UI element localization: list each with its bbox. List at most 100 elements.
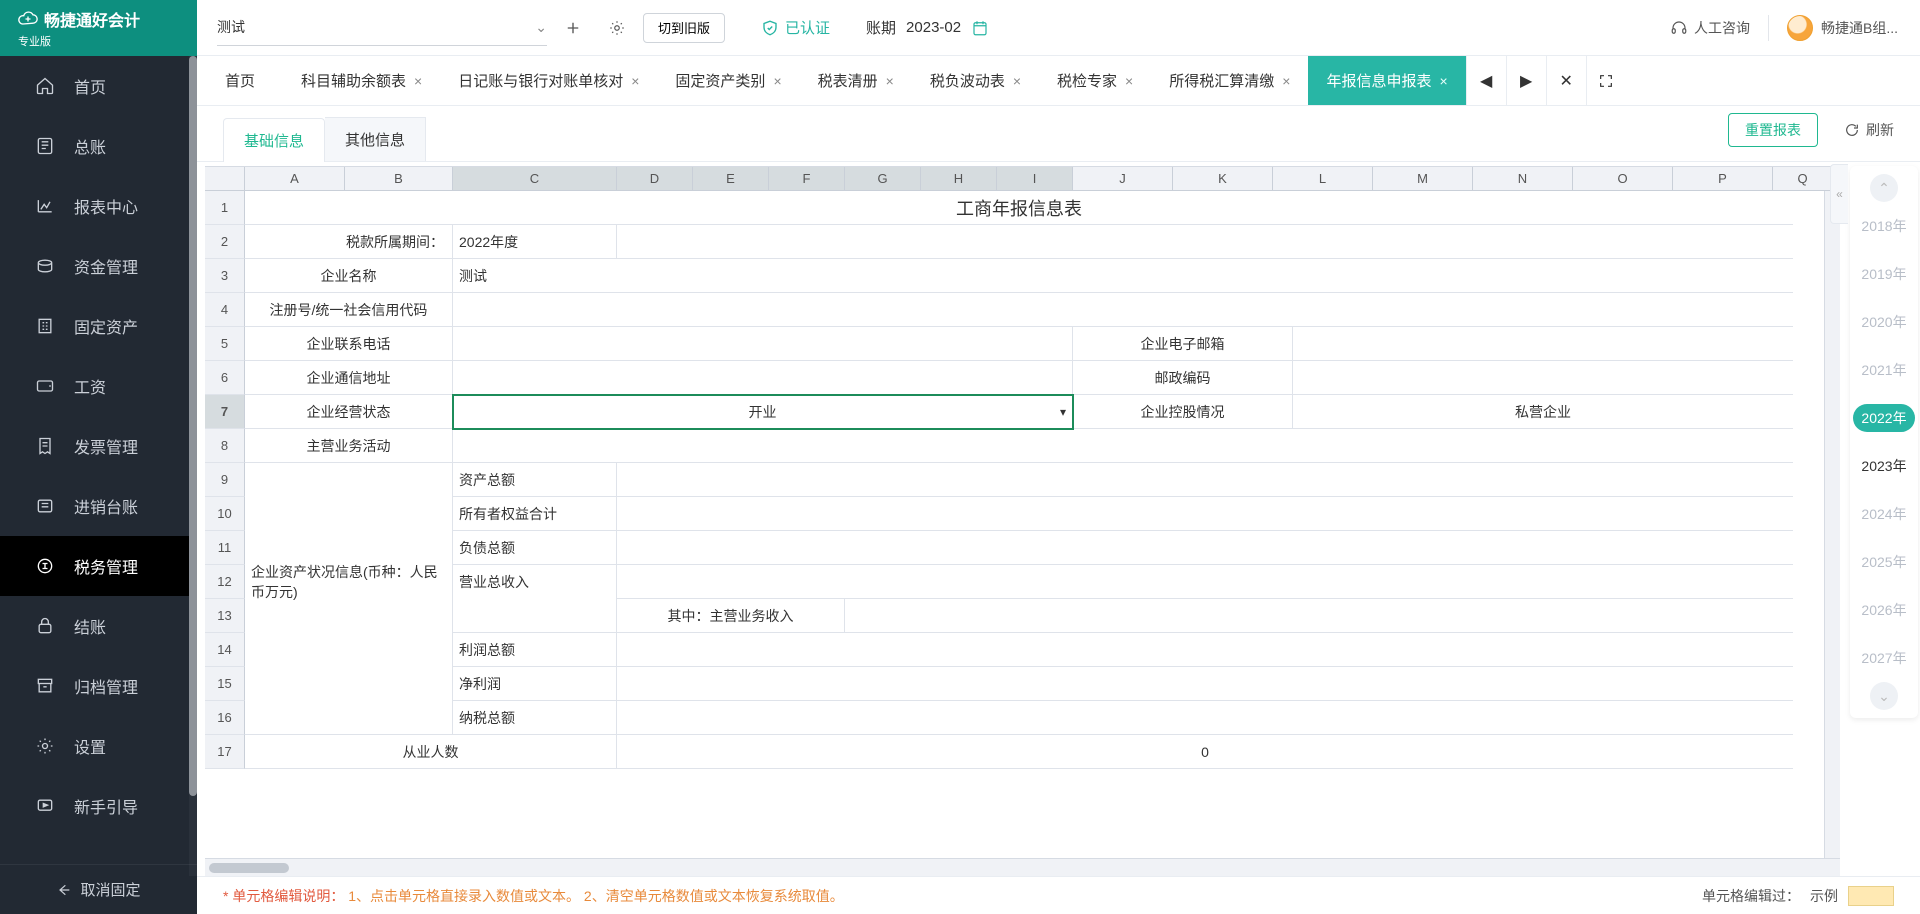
cell[interactable] [453,599,617,633]
cell[interactable] [617,531,1793,565]
sidebar-item-reports[interactable]: 报表中心 [0,176,197,236]
cell[interactable]: 主营业务活动 [245,429,453,463]
cell[interactable] [245,701,453,735]
row-11[interactable]: 11 [205,531,245,565]
cell[interactable] [1293,361,1793,395]
cell[interactable]: 企业经营状态 [245,395,453,429]
subtab-other[interactable]: 其他信息 [325,117,426,161]
col-G[interactable]: G [845,167,921,190]
cell[interactable] [245,463,453,497]
cell[interactable]: 所有者权益合计 [453,497,617,531]
subtab-basic[interactable]: 基础信息 [223,118,325,162]
tabs-close-all[interactable]: ✕ [1546,56,1586,105]
calendar-icon[interactable] [971,19,989,37]
col-L[interactable]: L [1273,167,1373,190]
status-dropdown-cell[interactable]: 开业 [453,395,1073,429]
row-4[interactable]: 4 [205,293,245,327]
cell[interactable]: 注册号/统一社会信用代码 [245,293,453,327]
cell[interactable]: 企业电子邮箱 [1073,327,1293,361]
cell[interactable]: 2022年度 [453,225,617,259]
cell[interactable] [245,531,453,565]
row-10[interactable]: 10 [205,497,245,531]
cell[interactable] [245,633,453,667]
sidebar-scrollbar[interactable] [189,56,197,876]
cell[interactable] [245,667,453,701]
tab-6[interactable]: 税检专家× [1039,56,1151,105]
cell[interactable]: 其中：主营业务收入 [617,599,845,633]
cell[interactable]: 0 [617,735,1793,769]
close-icon[interactable]: × [886,73,894,89]
cell[interactable]: 营业总收入 [453,565,617,599]
close-icon[interactable]: × [1282,73,1290,89]
row-12[interactable]: 12 [205,565,245,599]
col-I[interactable]: I [997,167,1073,190]
col-K[interactable]: K [1173,167,1273,190]
business-select[interactable]: 测试 ⌄ [217,10,547,46]
sidebar-item-inout[interactable]: 进销台账 [0,476,197,536]
close-icon[interactable]: × [631,73,639,89]
year-item[interactable]: 2019年 [1850,250,1918,298]
sidebar-item-salary[interactable]: 工资 [0,356,197,416]
col-J[interactable]: J [1073,167,1173,190]
cell[interactable] [617,633,1793,667]
year-up[interactable]: ⌃ [1870,174,1898,202]
sidebar-item-settings[interactable]: 设置 [0,716,197,776]
col-B[interactable]: B [345,167,453,190]
sidebar-item-archive[interactable]: 归档管理 [0,656,197,716]
col-P[interactable]: P [1673,167,1773,190]
col-F[interactable]: F [769,167,845,190]
year-item[interactable]: 2027年 [1850,634,1918,682]
col-N[interactable]: N [1473,167,1573,190]
row-6[interactable]: 6 [205,361,245,395]
tab-2[interactable]: 日记账与银行对账单核对× [440,56,657,105]
tab-4[interactable]: 税表清册× [800,56,912,105]
year-collapse-handle[interactable]: « [1830,164,1848,224]
refresh-button[interactable]: 刷新 [1844,120,1894,140]
tabs-next[interactable]: ▶ [1506,56,1546,105]
row-3[interactable]: 3 [205,259,245,293]
cell[interactable]: 测试 [453,259,1793,293]
cell[interactable] [617,701,1793,735]
row-15[interactable]: 15 [205,667,245,701]
cell[interactable]: 企业通信地址 [245,361,453,395]
select-all-corner[interactable] [205,167,245,190]
support-link[interactable]: 人工咨询 [1670,18,1750,38]
cell[interactable]: 企业控股情况 [1073,395,1293,429]
reset-report-button[interactable]: 重置报表 [1728,113,1818,147]
close-icon[interactable]: × [1439,73,1447,89]
cell[interactable] [617,497,1793,531]
cell[interactable]: 邮政编码 [1073,361,1293,395]
sidebar-item-invoice[interactable]: 发票管理 [0,416,197,476]
row-14[interactable]: 14 [205,633,245,667]
tab-7[interactable]: 所得税汇算清缴× [1151,56,1308,105]
cell[interactable]: 资产总额 [453,463,617,497]
col-A[interactable]: A [245,167,345,190]
tab-5[interactable]: 税负波动表× [912,56,1039,105]
tabs-fullscreen[interactable] [1586,56,1626,105]
row-8[interactable]: 8 [205,429,245,463]
cell[interactable] [617,463,1793,497]
col-H[interactable]: H [921,167,997,190]
col-O[interactable]: O [1573,167,1673,190]
add-button[interactable] [555,10,591,46]
year-item[interactable]: 2024年 [1850,490,1918,538]
cell[interactable] [453,361,1073,395]
cell[interactable]: 企业联系电话 [245,327,453,361]
switch-old-button[interactable]: 切到旧版 [643,13,725,43]
cell[interactable]: 利润总额 [453,633,617,667]
cell[interactable] [245,497,453,531]
cell[interactable]: 负债总额 [453,531,617,565]
close-icon[interactable]: × [414,73,422,89]
sheet-vertical-scrollbar[interactable] [1824,191,1840,858]
close-icon[interactable]: × [1013,73,1021,89]
cell[interactable]: 私营企业 [1293,395,1793,429]
tab-1[interactable]: 科目辅助余额表× [283,56,440,105]
cell[interactable] [617,667,1793,701]
user-menu[interactable]: 畅捷通B组... [1787,15,1898,41]
col-Q[interactable]: Q [1773,167,1833,190]
sidebar-item-guide[interactable]: 新手引导 [0,776,197,836]
cell[interactable] [453,293,1793,327]
year-down[interactable]: ⌄ [1870,682,1898,710]
col-E[interactable]: E [693,167,769,190]
year-item[interactable]: 2020年 [1850,298,1918,346]
